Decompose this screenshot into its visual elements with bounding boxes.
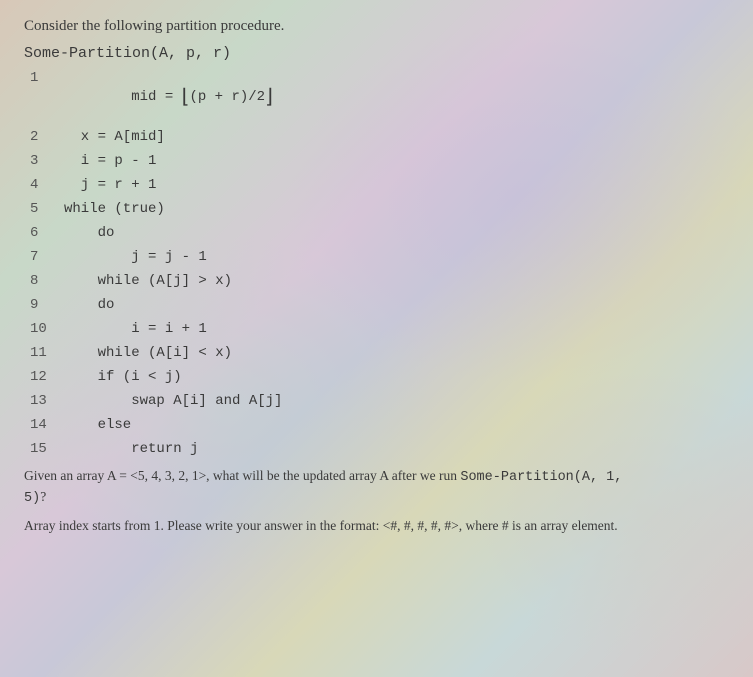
code-line: 3 i = p - 1 [30, 153, 729, 169]
code-statement: while (true) [64, 201, 165, 217]
code-line: 15 return j [30, 441, 729, 457]
question-paragraph-1: Given an array A = <5, 4, 3, 2, 1>, what… [24, 467, 644, 509]
floor-inner: (p + r)/2 [189, 89, 265, 105]
line-number: 9 [30, 297, 64, 313]
line-number: 5 [30, 201, 64, 217]
code-line: 14 else [30, 417, 729, 433]
floor-expression: ⌊(p + r)/2⌋ [182, 86, 273, 105]
line-number: 4 [30, 177, 64, 193]
code-line: 11 while (A[i] < x) [30, 345, 729, 361]
line-number: 14 [30, 417, 64, 433]
code-line: 13 swap A[i] and A[j] [30, 393, 729, 409]
line-number: 12 [30, 369, 64, 385]
line-number: 2 [30, 129, 64, 145]
line-number: 1 [30, 70, 64, 86]
code-line: 12 if (i < j) [30, 369, 729, 385]
code-statement: return j [64, 441, 198, 457]
question-qmark: ? [40, 489, 46, 504]
code-line: 2 x = A[mid] [30, 129, 729, 145]
procedure-name: Some-Partition(A, p, r) [24, 45, 729, 62]
line-number: 3 [30, 153, 64, 169]
code-line: 6 do [30, 225, 729, 241]
code-statement: swap A[i] and A[j] [64, 393, 282, 409]
code-line: 10 i = i + 1 [30, 321, 729, 337]
code-statement: x = A[mid] [64, 129, 165, 145]
pseudocode-block: 1 mid = ⌊(p + r)/2⌋ 2 x = A[mid] 3 i = p… [30, 70, 729, 457]
code-line: 9 do [30, 297, 729, 313]
line-number: 11 [30, 345, 64, 361]
question-block: Given an array A = <5, 4, 3, 2, 1>, what… [24, 467, 644, 536]
code-statement: else [64, 417, 131, 433]
line-number: 15 [30, 441, 64, 457]
right-floor-icon: ⌋ [265, 89, 273, 105]
code-statement: while (A[i] < x) [64, 345, 232, 361]
left-floor-icon: ⌊ [182, 89, 190, 105]
code-statement: j = j - 1 [64, 249, 207, 265]
line-number: 8 [30, 273, 64, 289]
line-number: 13 [30, 393, 64, 409]
code-statement: if (i < j) [64, 369, 182, 385]
code-statement: j = r + 1 [64, 177, 156, 193]
question-paragraph-2: Array index starts from 1. Please write … [24, 517, 644, 536]
line-number: 6 [30, 225, 64, 241]
line-number: 7 [30, 249, 64, 265]
code-statement: do [64, 297, 114, 313]
code-line: 1 mid = ⌊(p + r)/2⌋ [30, 70, 729, 121]
code-statement: i = p - 1 [64, 153, 156, 169]
code-statement: do [64, 225, 114, 241]
code-line: 8 while (A[j] > x) [30, 273, 729, 289]
code-line: 5 while (true) [30, 201, 729, 217]
stmt-prefix: mid = [131, 89, 181, 105]
code-statement: i = i + 1 [64, 321, 207, 337]
line-number: 10 [30, 321, 64, 337]
code-statement: mid = ⌊(p + r)/2⌋ [64, 70, 273, 121]
question-text: Given an array A = <5, 4, 3, 2, 1>, what… [24, 468, 460, 483]
code-line: 7 j = j - 1 [30, 249, 729, 265]
code-line: 4 j = r + 1 [30, 177, 729, 193]
code-statement: while (A[j] > x) [64, 273, 232, 289]
problem-header: Consider the following partition procedu… [24, 18, 729, 35]
